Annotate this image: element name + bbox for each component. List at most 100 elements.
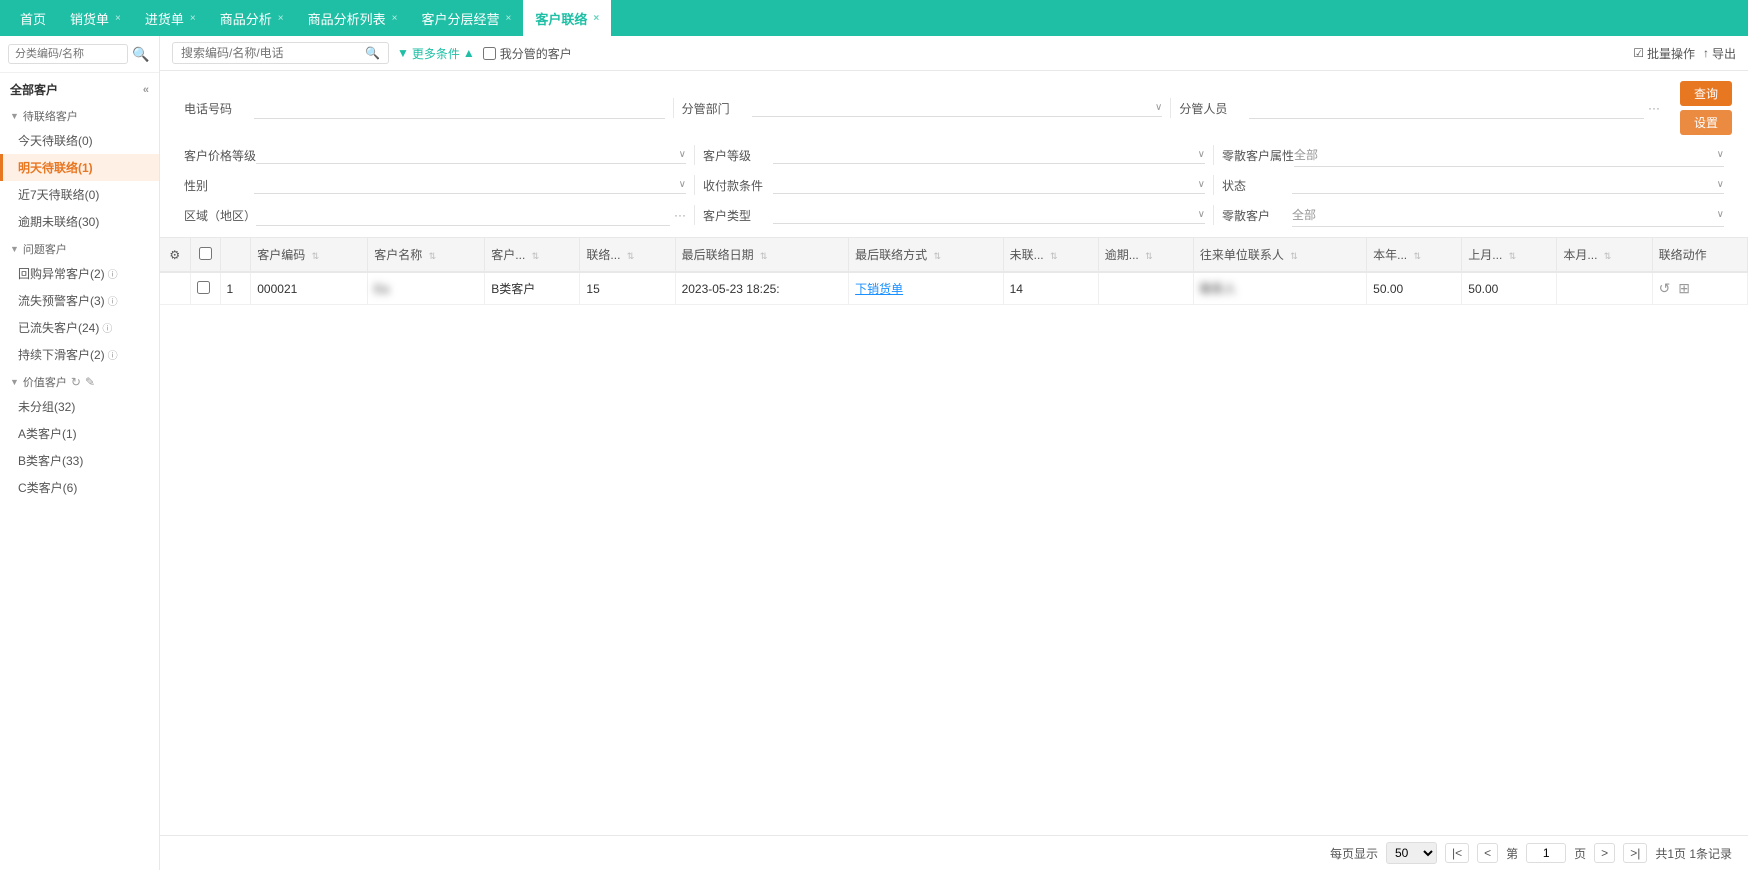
sidebar-item-today[interactable]: 今天待联络(0): [0, 127, 159, 154]
status-select[interactable]: ∨: [1292, 176, 1724, 194]
sidebar-item-tomorrow[interactable]: 明天待联络(1): [0, 154, 159, 181]
close-icon[interactable]: ×: [278, 13, 284, 24]
sidebar-search-area: 🔍: [0, 36, 159, 73]
cell-overdue: [1098, 272, 1193, 305]
page-size-select[interactable]: 50 10 20 100 200: [1386, 842, 1437, 864]
top-nav: 首页 销货单 × 进货单 × 商品分析 × 商品分析列表 × 客户分层经营 × …: [0, 0, 1748, 36]
close-icon[interactable]: ×: [392, 13, 398, 24]
sort-icon[interactable]: ⇅: [1290, 251, 1298, 261]
close-icon[interactable]: ×: [115, 13, 121, 24]
sort-icon[interactable]: ⇅: [312, 251, 320, 261]
prev-page-button[interactable]: <: [1477, 843, 1498, 863]
area-label: 区域（地区）: [184, 207, 256, 224]
phone-input[interactable]: [254, 98, 665, 119]
sidebar-search-input[interactable]: [8, 44, 128, 64]
sidebar-item-declining[interactable]: 持续下滑客户(2) ⓘ: [0, 341, 159, 368]
more-icon[interactable]: ···: [1648, 101, 1660, 115]
sort-icon[interactable]: ⇅: [1414, 251, 1422, 261]
sort-icon[interactable]: ⇅: [760, 251, 768, 261]
nav-customer-contact[interactable]: 客户联络 ×: [523, 0, 611, 36]
sidebar-item-ungrouped[interactable]: 未分组(32): [0, 393, 159, 420]
gender-select[interactable]: ∨: [254, 176, 686, 194]
retail-customer-select[interactable]: 全部 ∨: [1292, 203, 1724, 227]
close-icon[interactable]: ×: [190, 13, 196, 24]
retail-attr-select[interactable]: 全部 ∨: [1294, 143, 1724, 167]
last-page-button[interactable]: >|: [1623, 843, 1647, 863]
payment-select[interactable]: ∨: [773, 176, 1205, 194]
phone-cell: 电话号码: [176, 98, 673, 119]
sidebar-item-7days[interactable]: 近7天待联络(0): [0, 181, 159, 208]
more-filter-button[interactable]: ▼ 更多条件 ▲: [397, 45, 475, 62]
close-icon[interactable]: ×: [593, 13, 599, 24]
nav-goods-analysis[interactable]: 商品分析 ×: [208, 0, 296, 36]
sort-icon[interactable]: ⇅: [1050, 251, 1058, 261]
row-checkbox[interactable]: [197, 281, 210, 294]
sidebar-item-churned[interactable]: 已流失客户(24) ⓘ: [0, 314, 159, 341]
sidebar-item-c-class[interactable]: C类客户(6): [0, 474, 159, 501]
chevron-down-icon: ∨: [679, 149, 686, 160]
price-level-select[interactable]: ∨: [256, 146, 686, 164]
sidebar-search-icon[interactable]: 🔍: [132, 46, 149, 63]
sort-icon[interactable]: ⇅: [933, 251, 941, 261]
filter-row-2: 客户价格等级 ∨ 客户等级 ∨ 零散客户属性: [176, 143, 1732, 167]
next-page-button[interactable]: >: [1594, 843, 1615, 863]
qr-icon[interactable]: ⊞: [1678, 280, 1690, 297]
chevron-down-icon: ∨: [1717, 149, 1724, 160]
sidebar-item-overdue[interactable]: 逾期未联络(30): [0, 208, 159, 235]
export-icon: ↑: [1703, 46, 1709, 60]
last-method-link[interactable]: 下销货单: [855, 282, 903, 296]
close-icon[interactable]: ×: [505, 13, 511, 24]
sort-icon[interactable]: ⇅: [429, 251, 437, 261]
chevron-down-icon: ∨: [1198, 149, 1205, 160]
search-icon[interactable]: 🔍: [365, 46, 380, 60]
nav-sales[interactable]: 销货单 ×: [58, 0, 133, 36]
per-page-label: 每页显示: [1330, 845, 1378, 862]
chevron-down-icon: ∨: [1198, 179, 1205, 190]
sidebar-item-churn-warning[interactable]: 流失预警客户(3) ⓘ: [0, 287, 159, 314]
person-cell: 分管人员 ···: [1171, 98, 1668, 119]
nav-purchase[interactable]: 进货单 ×: [133, 0, 208, 36]
collapse-icon[interactable]: «: [143, 84, 149, 96]
area-input[interactable]: [256, 205, 670, 226]
query-button[interactable]: 查询: [1680, 81, 1732, 106]
search-input[interactable]: [181, 46, 361, 60]
customer-type-select[interactable]: ∨: [773, 206, 1205, 224]
sidebar-item-a-class[interactable]: A类客户(1): [0, 420, 159, 447]
col-this-month: 本月... ⇅: [1557, 238, 1652, 272]
nav-home[interactable]: 首页: [8, 0, 58, 36]
select-all-checkbox[interactable]: [199, 247, 212, 260]
retail-attr-cell: 零散客户属性 全部 ∨: [1214, 143, 1732, 167]
retail-attr-value: 全部: [1294, 146, 1318, 163]
col-contacts: 联络... ⇅: [580, 238, 675, 272]
nav-goods-analysis-list[interactable]: 商品分析列表 ×: [296, 0, 410, 36]
person-input[interactable]: [1249, 98, 1644, 119]
gear-icon[interactable]: ⚙: [169, 248, 180, 262]
export-button[interactable]: ↑ 导出: [1703, 45, 1736, 62]
status-cell: 状态 ∨: [1214, 176, 1732, 194]
sidebar-item-b-class[interactable]: B类客户(33): [0, 447, 159, 474]
status-label: 状态: [1222, 177, 1292, 194]
sort-icon[interactable]: ⇅: [1145, 251, 1153, 261]
filter-icon: ▼: [397, 46, 409, 60]
dept-select[interactable]: ∨: [752, 99, 1163, 117]
customer-level-select[interactable]: ∨: [773, 146, 1205, 164]
page-input[interactable]: [1526, 843, 1566, 863]
col-last-month: 上月... ⇅: [1462, 238, 1557, 272]
customer-level-label: 客户等级: [703, 147, 773, 164]
sort-icon[interactable]: ⇅: [1509, 251, 1517, 261]
refresh-icon[interactable]: ↺: [1659, 280, 1671, 297]
first-page-button[interactable]: |<: [1445, 843, 1469, 863]
col-gear: ⚙: [160, 238, 190, 272]
nav-customer-segmentation[interactable]: 客户分层经营 ×: [409, 0, 523, 36]
cell-code: 000021: [251, 272, 368, 305]
my-customer-checkbox[interactable]: 我分管的客户: [483, 45, 572, 62]
my-customer-check[interactable]: [483, 47, 496, 60]
batch-op-button[interactable]: ☑ 批量操作: [1633, 45, 1695, 62]
more-icon[interactable]: ···: [674, 208, 686, 222]
sort-icon[interactable]: ⇅: [1604, 251, 1612, 261]
sort-icon[interactable]: ⇅: [627, 251, 635, 261]
sort-icon[interactable]: ⇅: [532, 251, 540, 261]
sidebar-item-repurchase-abnormal[interactable]: 回购异常客户(2) ⓘ: [0, 260, 159, 287]
reset-button[interactable]: 设置: [1680, 110, 1732, 135]
cell-this-month: [1557, 272, 1652, 305]
